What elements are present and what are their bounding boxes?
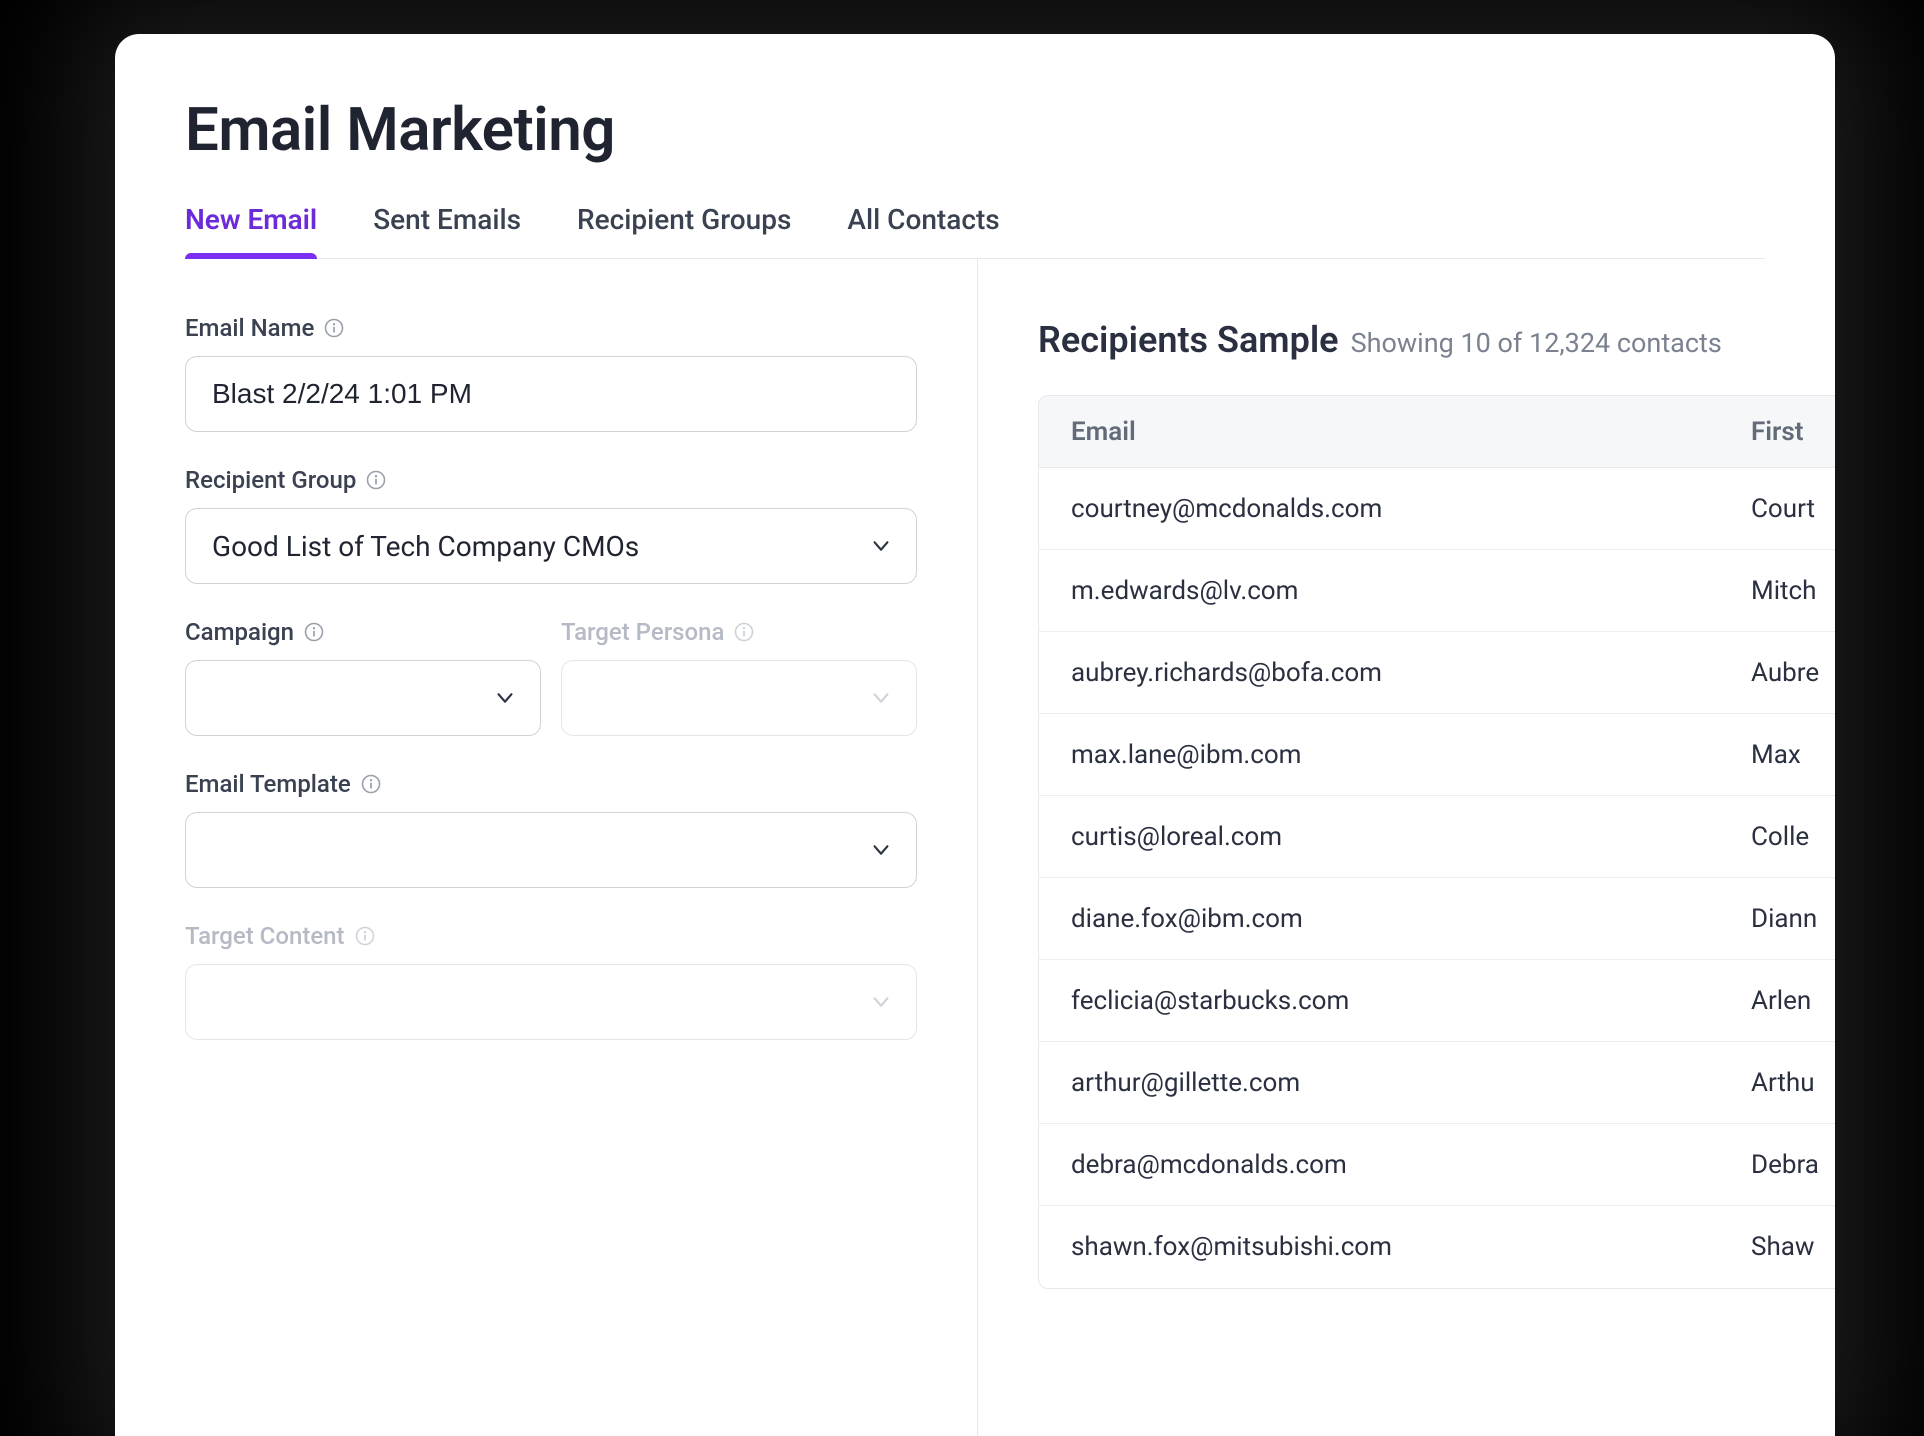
chevron-down-icon <box>870 535 892 557</box>
cell-email: courtney@mcdonalds.com <box>1039 494 1719 524</box>
tab-sent-emails[interactable]: Sent Emails <box>373 203 521 258</box>
cell-email: debra@mcdonalds.com <box>1039 1150 1719 1180</box>
page-title: Email Marketing <box>185 94 1765 165</box>
app-window: Email Marketing New Email Sent Emails Re… <box>115 34 1835 1436</box>
tab-all-contacts[interactable]: All Contacts <box>847 203 999 258</box>
recipient-group-label: Recipient Group <box>185 466 356 494</box>
recipients-table: Email First courtney@mcdonalds.com Court… <box>1038 395 1835 1289</box>
cell-email: feclicia@starbucks.com <box>1039 986 1719 1016</box>
email-name-input[interactable] <box>185 356 917 432</box>
tabs: New Email Sent Emails Recipient Groups A… <box>185 203 1765 259</box>
info-icon[interactable] <box>304 622 324 642</box>
email-name-label: Email Name <box>185 314 314 342</box>
field-recipient-group: Recipient Group Good List of Tech Compan… <box>185 466 917 584</box>
field-target-content: Target Content <box>185 922 917 1040</box>
campaign-select[interactable] <box>185 660 541 736</box>
cell-first: Colle <box>1719 822 1835 852</box>
table-row[interactable]: m.edwards@lv.com Mitch <box>1039 550 1835 632</box>
recipient-group-select[interactable]: Good List of Tech Company CMOs <box>185 508 917 584</box>
cell-email: diane.fox@ibm.com <box>1039 904 1719 934</box>
chevron-down-icon <box>870 991 892 1013</box>
cell-first: Court <box>1719 494 1835 524</box>
field-email-template: Email Template <box>185 770 917 888</box>
table-row[interactable]: debra@mcdonalds.com Debra <box>1039 1124 1835 1206</box>
cell-email: m.edwards@lv.com <box>1039 576 1719 606</box>
target-content-label: Target Content <box>185 922 345 950</box>
email-template-select[interactable] <box>185 812 917 888</box>
cell-email: shawn.fox@mitsubishi.com <box>1039 1232 1719 1262</box>
recipients-subtitle: Showing 10 of 12,324 contacts <box>1351 327 1722 359</box>
field-target-persona: Target Persona <box>561 618 917 736</box>
recipient-group-value: Good List of Tech Company CMOs <box>212 530 639 563</box>
tab-recipient-groups[interactable]: Recipient Groups <box>577 203 791 258</box>
target-persona-label: Target Persona <box>561 618 724 646</box>
cell-first: Arlen <box>1719 986 1835 1016</box>
cell-first: Shaw <box>1719 1232 1835 1262</box>
recipients-pane: Recipients Sample Showing 10 of 12,324 c… <box>978 259 1835 1436</box>
table-row[interactable]: diane.fox@ibm.com Diann <box>1039 878 1835 960</box>
form-pane: Email Name Recipient Group <box>185 259 978 1436</box>
chevron-down-icon <box>494 687 516 709</box>
cell-first: Arthu <box>1719 1068 1835 1098</box>
target-persona-select <box>561 660 917 736</box>
col-header-first[interactable]: First <box>1719 417 1835 447</box>
tab-new-email[interactable]: New Email <box>185 203 317 258</box>
chevron-down-icon <box>870 687 892 709</box>
info-icon[interactable] <box>324 318 344 338</box>
cell-first: Aubre <box>1719 658 1835 688</box>
table-row[interactable]: curtis@loreal.com Colle <box>1039 796 1835 878</box>
chevron-down-icon <box>870 839 892 861</box>
campaign-label: Campaign <box>185 618 294 646</box>
table-row[interactable]: max.lane@ibm.com Max <box>1039 714 1835 796</box>
field-email-name: Email Name <box>185 314 917 432</box>
info-icon <box>355 926 375 946</box>
info-icon <box>734 622 754 642</box>
recipients-title: Recipients Sample <box>1038 319 1339 361</box>
cell-first: Debra <box>1719 1150 1835 1180</box>
info-icon[interactable] <box>361 774 381 794</box>
col-header-email[interactable]: Email <box>1039 417 1719 447</box>
table-row[interactable]: courtney@mcdonalds.com Court <box>1039 468 1835 550</box>
email-template-label: Email Template <box>185 770 351 798</box>
cell-first: Diann <box>1719 904 1835 934</box>
target-content-select <box>185 964 917 1040</box>
cell-email: arthur@gillette.com <box>1039 1068 1719 1098</box>
cell-email: curtis@loreal.com <box>1039 822 1719 852</box>
table-row[interactable]: aubrey.richards@bofa.com Aubre <box>1039 632 1835 714</box>
table-header: Email First <box>1039 396 1835 468</box>
cell-first: Mitch <box>1719 576 1835 606</box>
table-row[interactable]: feclicia@starbucks.com Arlen <box>1039 960 1835 1042</box>
cell-email: max.lane@ibm.com <box>1039 740 1719 770</box>
cell-email: aubrey.richards@bofa.com <box>1039 658 1719 688</box>
info-icon[interactable] <box>366 470 386 490</box>
field-campaign: Campaign <box>185 618 541 736</box>
cell-first: Max <box>1719 740 1835 770</box>
table-row[interactable]: shawn.fox@mitsubishi.com Shaw <box>1039 1206 1835 1288</box>
table-row[interactable]: arthur@gillette.com Arthu <box>1039 1042 1835 1124</box>
